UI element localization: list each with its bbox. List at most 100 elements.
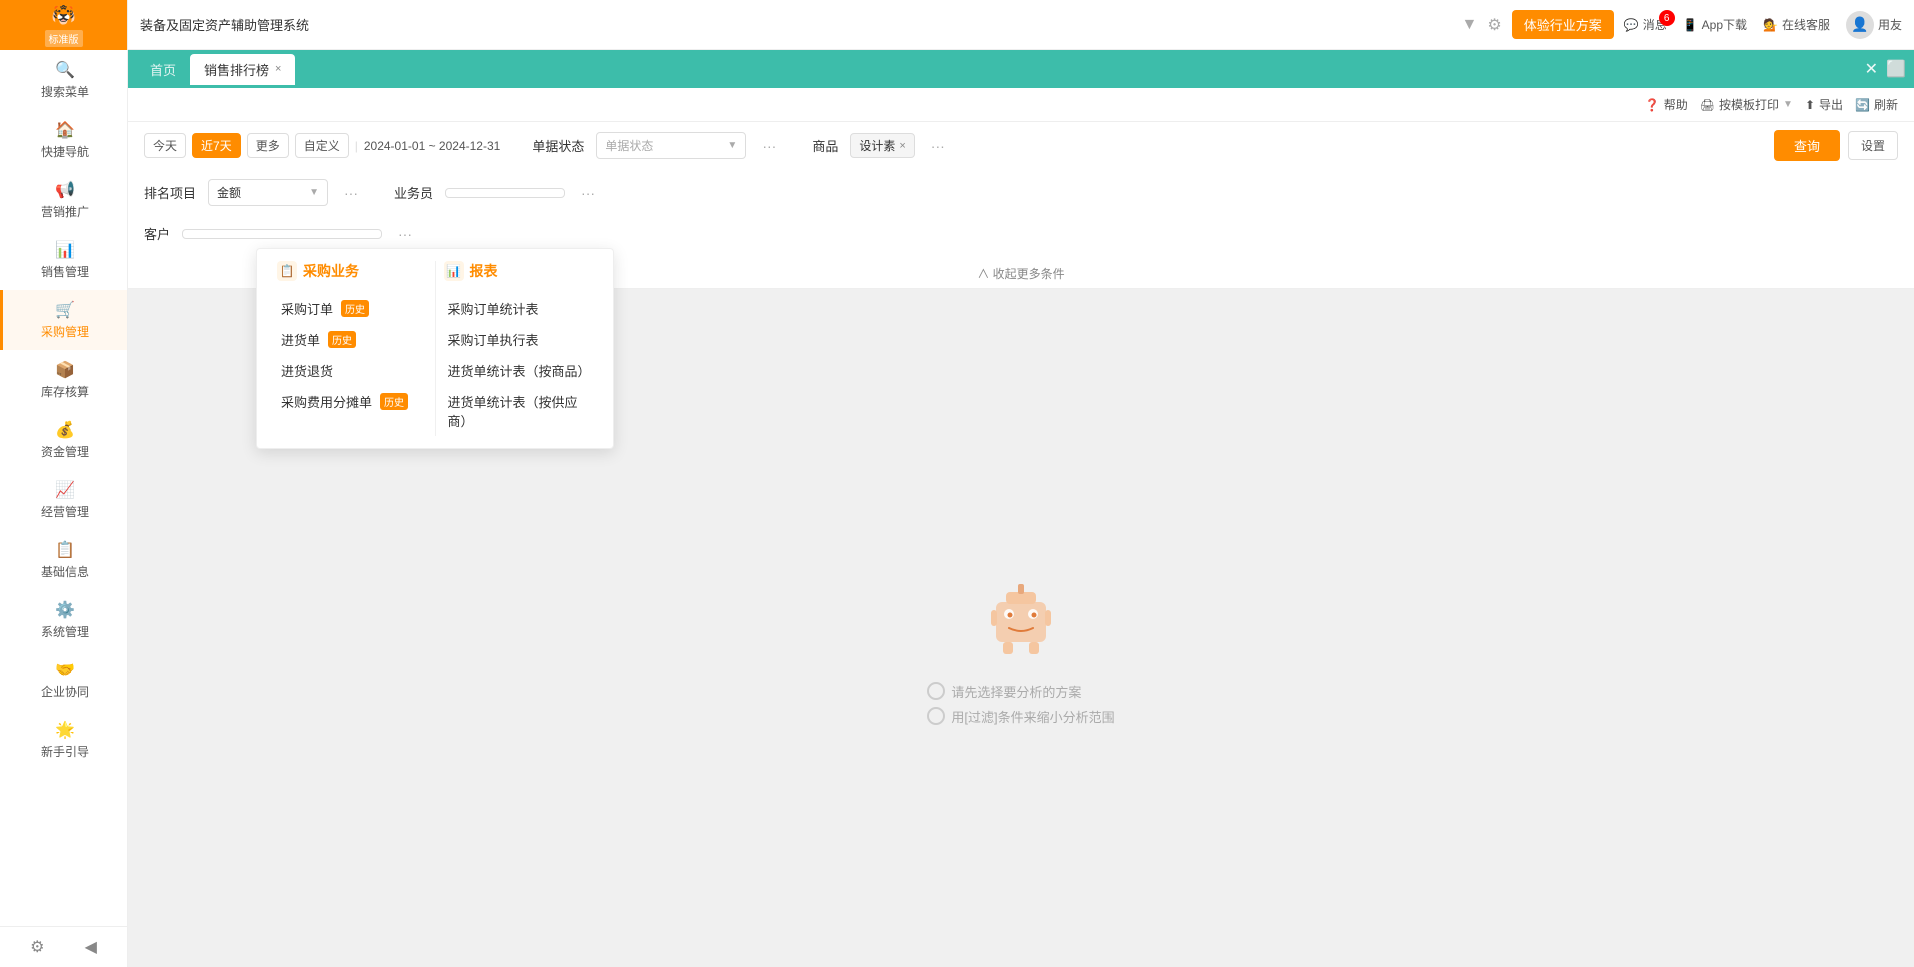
empty-hint-1: 请先选择要分析的方案 (927, 682, 1114, 701)
content-area: ❓ 帮助 🖨 按模板打印 ▼ ⬆ 导出 🔄 刷新 (128, 88, 1914, 967)
product-tag: 设计素 × (850, 133, 914, 158)
purchase-order-history-badge: 历史 (341, 300, 369, 317)
online-service-btn[interactable]: 💁 在线客服 (1763, 16, 1830, 33)
settings-btn[interactable]: 设置 (1848, 131, 1898, 160)
report-col: 📊 报表 采购订单统计表 采购订单执行表 进货单统计表（按商品） 进货单统计表（… (435, 261, 602, 436)
doc-status-value: 单据状态 (605, 137, 653, 154)
sidebar-item-guide[interactable]: 🌟 新手引导 (0, 710, 127, 770)
industry-btn[interactable]: 体验行业方案 (1512, 10, 1614, 39)
sidebar-logo: 🐯 标准版 (0, 0, 127, 50)
date-value: 2024-01-01 ~ 2024-12-31 (364, 139, 500, 153)
sidebar-item-quick-nav[interactable]: 🏠 快捷导航 (0, 110, 127, 170)
sidebar-item-basic-info[interactable]: 📋 基础信息 (0, 530, 127, 590)
tab-bar: 首页 销售排行榜 × ✕ ⬜ (128, 50, 1914, 88)
empty-hint-text: 请先选择要分析的方案 用[过滤]条件来缩小分析范围 (927, 682, 1114, 726)
main-area: 装备及固定资产辅助管理系统 ▼ ⚙ 体验行业方案 💬 消息 6 📱 App下载 … (128, 0, 1914, 967)
help-btn[interactable]: ❓ 帮助 (1645, 96, 1688, 113)
export-icon: ⬆ (1805, 98, 1815, 112)
purchase-business-col: 📋 采购业务 采购订单 历史 进货单 历史 进货退货 采购费用分摊单 历史 (269, 261, 435, 436)
date-today-btn[interactable]: 今天 (144, 133, 186, 158)
date-range-filter: 今天 近7天 更多 自定义 | 2024-01-01 ~ 2024-12-31 (144, 133, 500, 158)
customer-select[interactable] (182, 229, 382, 239)
doc-status-more[interactable]: ··· (758, 138, 780, 154)
search-icon: 🔍 (55, 60, 75, 80)
report-col-title: 📊 报表 (444, 261, 594, 281)
purchase-order-exec-item[interactable]: 采购订单执行表 (444, 324, 594, 355)
sidebar-collapse-btn[interactable]: ◀ (85, 937, 97, 957)
tab-maximize-icon[interactable]: ⬜ (1886, 59, 1906, 79)
sidebar-item-finance[interactable]: 💰 资金管理 (0, 410, 127, 470)
product-tag-value: 设计素 (859, 137, 895, 154)
purchase-dropdown-menu: 📋 采购业务 采购订单 历史 进货单 历史 进货退货 采购费用分摊单 历史 (256, 248, 614, 449)
avatar: 👤 (1846, 11, 1874, 39)
message-badge: 6 (1659, 10, 1675, 26)
rank-item-label: 排名项目 (144, 183, 196, 202)
purchase-expense-item[interactable]: 采购费用分摊单 历史 (277, 386, 427, 417)
sidebar-item-operations[interactable]: 📈 经营管理 (0, 470, 127, 530)
doc-status-arrow: ▼ (727, 140, 737, 151)
topbar-actions: 💬 消息 6 📱 App下载 💁 在线客服 👤 用友 (1624, 11, 1902, 39)
topbar-dropdown-icon[interactable]: ▼ (1462, 16, 1478, 34)
tab-sales-ranking[interactable]: 销售排行榜 × (190, 54, 295, 85)
print-btn[interactable]: 🖨 按模板打印 ▼ (1700, 96, 1793, 113)
date-custom-btn[interactable]: 自定义 (295, 133, 349, 158)
sidebar-item-marketing[interactable]: 📢 营销推广 (0, 170, 127, 230)
operations-icon: 📈 (55, 480, 75, 500)
topbar-title: 装备及固定资产辅助管理系统 (140, 15, 1452, 34)
goods-receipt-item[interactable]: 进货单 历史 (277, 324, 427, 355)
doc-status-select[interactable]: 单据状态 ▼ (596, 132, 746, 159)
toolbar-row: ❓ 帮助 🖨 按模板打印 ▼ ⬆ 导出 🔄 刷新 (128, 88, 1914, 122)
print-dropdown-icon[interactable]: ▼ (1783, 99, 1793, 110)
purchase-return-item[interactable]: 进货退货 (277, 355, 427, 386)
rank-item-select[interactable]: 金额 ▼ (208, 179, 328, 206)
guide-icon: 🌟 (55, 720, 75, 740)
product-tag-remove[interactable]: × (899, 140, 905, 152)
goods-receipt-history-badge: 历史 (328, 331, 356, 348)
sidebar-item-enterprise[interactable]: 🤝 企业协同 (0, 650, 127, 710)
refresh-btn[interactable]: 🔄 刷新 (1855, 96, 1898, 113)
goods-stats-product-item[interactable]: 进货单统计表（按商品） (444, 355, 594, 386)
date-more-btn[interactable]: 更多 (247, 133, 289, 158)
sidebar-settings-btn[interactable]: ⚙ (30, 937, 44, 957)
finance-icon: 💰 (55, 420, 75, 440)
doc-status-label: 单据状态 (532, 136, 584, 155)
date-7days-btn[interactable]: 近7天 (192, 133, 241, 158)
empty-illustration (971, 572, 1071, 672)
salesperson-select[interactable] (445, 188, 565, 198)
purchase-order-item[interactable]: 采购订单 历史 (277, 293, 427, 324)
salesperson-label: 业务员 (394, 183, 433, 202)
sidebar-item-inventory[interactable]: 📦 库存核算 (0, 350, 127, 410)
salesperson-more[interactable]: ··· (577, 185, 599, 201)
export-btn[interactable]: ⬆ 导出 (1805, 96, 1843, 113)
topbar: 装备及固定资产辅助管理系统 ▼ ⚙ 体验行业方案 💬 消息 6 📱 App下载 … (128, 0, 1914, 50)
goods-stats-supplier-item[interactable]: 进货单统计表（按供应商） (444, 386, 594, 436)
rank-item-arrow: ▼ (309, 187, 319, 198)
customer-more[interactable]: ··· (394, 226, 416, 242)
messages-btn[interactable]: 💬 消息 6 (1624, 16, 1667, 33)
tab-close-all-icon[interactable]: ✕ (1865, 59, 1878, 79)
rank-item-more[interactable]: ··· (340, 185, 362, 201)
tab-home[interactable]: 首页 (136, 54, 190, 85)
sidebar-item-purchase[interactable]: 🛒 采购管理 (0, 290, 127, 350)
user-btn[interactable]: 👤 用友 (1846, 11, 1902, 39)
help-icon: ❓ (1645, 98, 1660, 112)
logo-tag: 标准版 (45, 30, 83, 47)
purchase-order-stats-item[interactable]: 采购订单统计表 (444, 293, 594, 324)
message-icon: 💬 (1624, 18, 1639, 32)
logo-icon: 🐯 (51, 3, 76, 28)
marketing-icon: 📢 (55, 180, 75, 200)
filter-divider-1: | (355, 139, 358, 153)
report-col-icon: 📊 (444, 261, 464, 281)
query-btn[interactable]: 查询 (1774, 130, 1840, 161)
topbar-settings-icon[interactable]: ⚙ (1487, 15, 1501, 35)
sales-icon: 📊 (55, 240, 75, 260)
sidebar-item-sales[interactable]: 📊 销售管理 (0, 230, 127, 290)
product-more[interactable]: ··· (927, 138, 949, 154)
app-download-btn[interactable]: 📱 App下载 (1683, 16, 1747, 33)
tab-close-icon[interactable]: × (275, 63, 281, 75)
sidebar-item-search[interactable]: 🔍 搜索菜单 (0, 50, 127, 110)
purchase-icon: 🛒 (55, 300, 75, 320)
sidebar-item-system[interactable]: ⚙️ 系统管理 (0, 590, 127, 650)
inventory-icon: 📦 (55, 360, 75, 380)
system-icon: ⚙️ (55, 600, 75, 620)
